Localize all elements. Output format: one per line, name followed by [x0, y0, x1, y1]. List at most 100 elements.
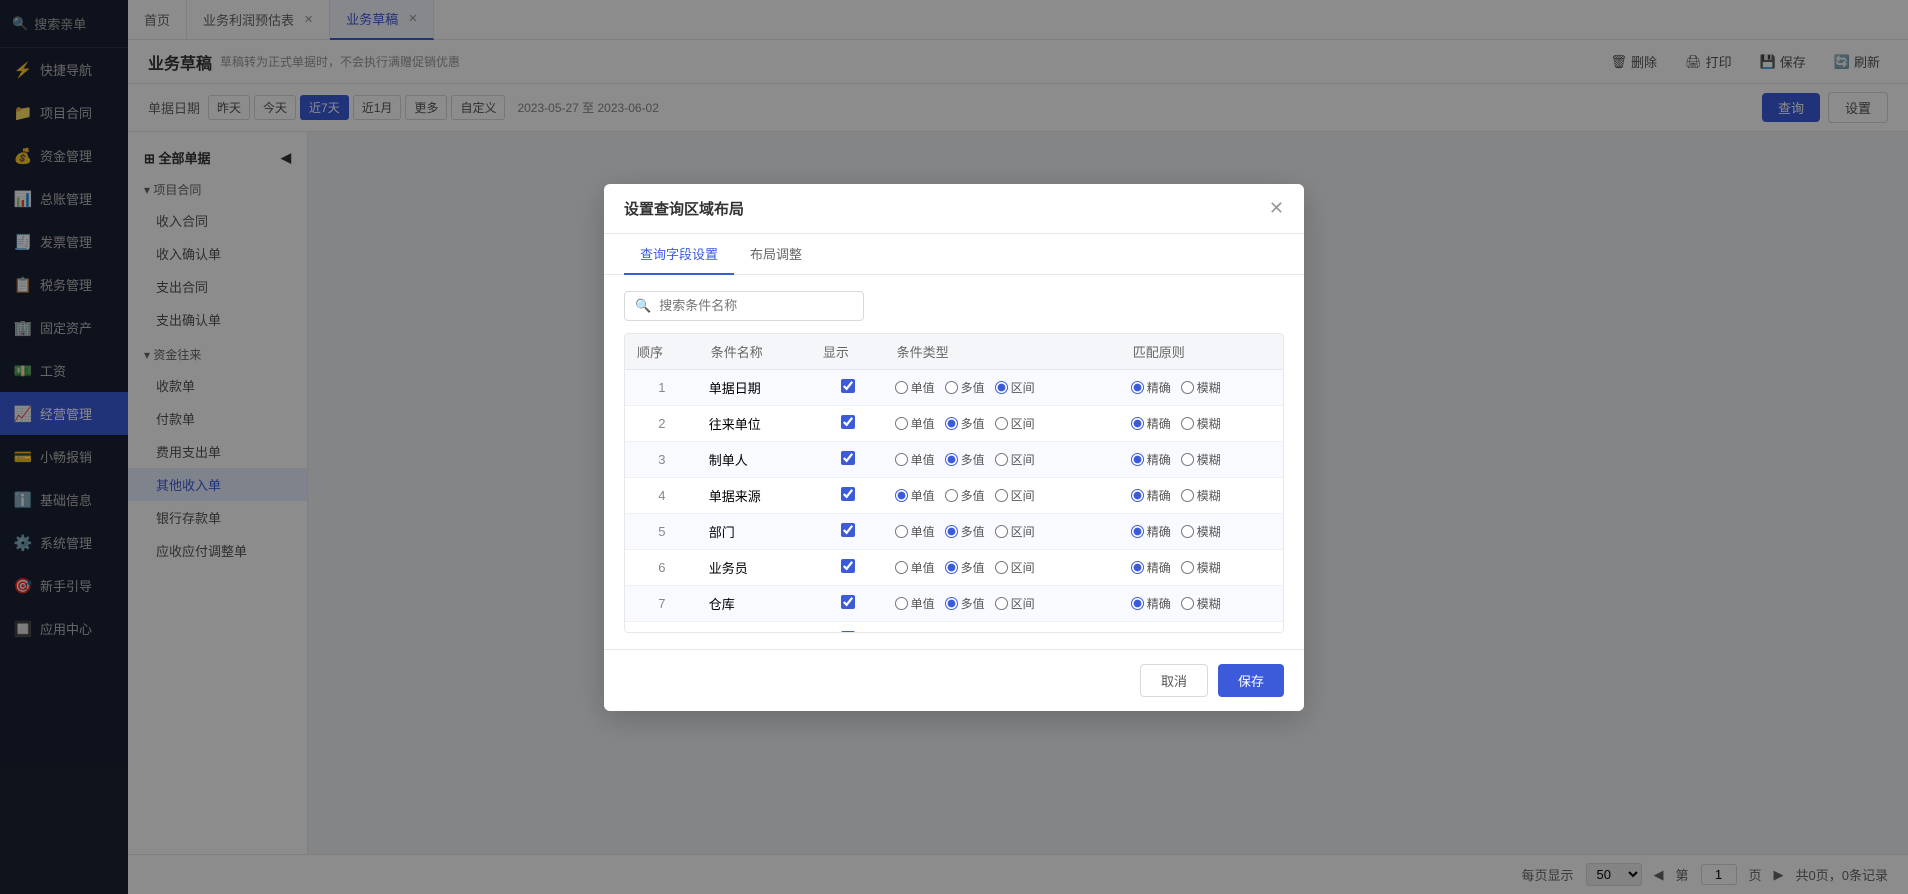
- display-checkbox-1[interactable]: [841, 379, 855, 393]
- match-radio-模糊-7[interactable]: 模糊: [1181, 595, 1221, 612]
- type-radio-input-单值-1[interactable]: [895, 381, 908, 394]
- type-radio-多值-6[interactable]: 多值: [945, 559, 985, 576]
- type-radio-单值-3[interactable]: 单值: [895, 451, 935, 468]
- type-radio-input-区间-4[interactable]: [995, 489, 1008, 502]
- match-radio-模糊-3[interactable]: 模糊: [1181, 451, 1221, 468]
- type-radio-input-多值-2[interactable]: [945, 417, 958, 430]
- match-radio-精确-2[interactable]: 精确: [1131, 415, 1171, 432]
- tab-query-fields[interactable]: 查询字段设置: [624, 234, 734, 275]
- type-radio-区间-4[interactable]: 区间: [995, 487, 1035, 504]
- type-radio-多值-2[interactable]: 多值: [945, 415, 985, 432]
- type-radio-多值-7[interactable]: 多值: [945, 595, 985, 612]
- type-radio-input-单值-3[interactable]: [895, 453, 908, 466]
- match-radio-input-模糊-6[interactable]: [1181, 561, 1194, 574]
- cell-display[interactable]: [811, 441, 885, 477]
- display-checkbox-3[interactable]: [841, 451, 855, 465]
- match-radio-input-模糊-5[interactable]: [1181, 525, 1194, 538]
- match-radio-精确-1[interactable]: 精确: [1131, 379, 1171, 396]
- type-radio-input-区间-3[interactable]: [995, 453, 1008, 466]
- display-checkbox-2[interactable]: [841, 415, 855, 429]
- type-radio-input-区间-1[interactable]: [995, 381, 1008, 394]
- match-radio-input-模糊-2[interactable]: [1181, 417, 1194, 430]
- match-radio-精确-3[interactable]: 精确: [1131, 451, 1171, 468]
- match-radio-模糊-8[interactable]: 模糊: [1181, 631, 1221, 633]
- type-radio-单值-8[interactable]: 单值: [895, 631, 935, 633]
- type-radio-input-单值-5[interactable]: [895, 525, 908, 538]
- display-checkbox-8[interactable]: [841, 631, 855, 633]
- type-radio-多值-1[interactable]: 多值: [945, 379, 985, 396]
- display-checkbox-6[interactable]: [841, 559, 855, 573]
- type-radio-input-区间-7[interactable]: [995, 597, 1008, 610]
- type-radio-input-多值-4[interactable]: [945, 489, 958, 502]
- type-radio-区间-3[interactable]: 区间: [995, 451, 1035, 468]
- match-radio-精确-7[interactable]: 精确: [1131, 595, 1171, 612]
- type-radio-区间-5[interactable]: 区间: [995, 523, 1035, 540]
- type-radio-input-多值-6[interactable]: [945, 561, 958, 574]
- match-radio-input-精确-4[interactable]: [1131, 489, 1144, 502]
- type-radio-多值-8[interactable]: 多值: [945, 631, 985, 633]
- match-radio-模糊-6[interactable]: 模糊: [1181, 559, 1221, 576]
- type-radio-input-多值-7[interactable]: [945, 597, 958, 610]
- type-radio-区间-6[interactable]: 区间: [995, 559, 1035, 576]
- modal-search-input[interactable]: [659, 298, 853, 313]
- type-radio-区间-1[interactable]: 区间: [995, 379, 1035, 396]
- match-radio-input-精确-7[interactable]: [1131, 597, 1144, 610]
- match-radio-input-精确-6[interactable]: [1131, 561, 1144, 574]
- cell-display[interactable]: [811, 549, 885, 585]
- cell-display[interactable]: [811, 621, 885, 633]
- modal-table-scroll[interactable]: 顺序 条件名称 显示 条件类型 匹配原则 1 单据日期 单值: [624, 333, 1284, 633]
- match-radio-模糊-1[interactable]: 模糊: [1181, 379, 1221, 396]
- type-radio-input-多值-5[interactable]: [945, 525, 958, 538]
- match-radio-input-模糊-7[interactable]: [1181, 597, 1194, 610]
- modal-search-box[interactable]: 🔍: [624, 291, 864, 321]
- type-radio-input-区间-2[interactable]: [995, 417, 1008, 430]
- display-checkbox-4[interactable]: [841, 487, 855, 501]
- cancel-button[interactable]: 取消: [1140, 664, 1208, 697]
- match-radio-模糊-5[interactable]: 模糊: [1181, 523, 1221, 540]
- type-radio-单值-5[interactable]: 单值: [895, 523, 935, 540]
- type-radio-区间-7[interactable]: 区间: [995, 595, 1035, 612]
- type-radio-input-多值-3[interactable]: [945, 453, 958, 466]
- cell-type: 单值 多值 区间: [885, 405, 1121, 441]
- type-radio-区间-8[interactable]: 区间: [995, 631, 1035, 633]
- type-radio-单值-1[interactable]: 单值: [895, 379, 935, 396]
- display-checkbox-7[interactable]: [841, 595, 855, 609]
- type-radio-单值-7[interactable]: 单值: [895, 595, 935, 612]
- type-radio-多值-5[interactable]: 多值: [945, 523, 985, 540]
- cell-display[interactable]: [811, 477, 885, 513]
- type-radio-input-单值-2[interactable]: [895, 417, 908, 430]
- match-radio-input-精确-1[interactable]: [1131, 381, 1144, 394]
- match-radio-input-精确-5[interactable]: [1131, 525, 1144, 538]
- match-radio-input-精确-3[interactable]: [1131, 453, 1144, 466]
- type-radio-input-单值-4[interactable]: [895, 489, 908, 502]
- type-radio-多值-4[interactable]: 多值: [945, 487, 985, 504]
- match-radio-input-模糊-1[interactable]: [1181, 381, 1194, 394]
- cell-display[interactable]: [811, 369, 885, 405]
- match-radio-精确-5[interactable]: 精确: [1131, 523, 1171, 540]
- match-radio-input-精确-2[interactable]: [1131, 417, 1144, 430]
- display-checkbox-5[interactable]: [841, 523, 855, 537]
- type-radio-单值-6[interactable]: 单值: [895, 559, 935, 576]
- type-radio-区间-2[interactable]: 区间: [995, 415, 1035, 432]
- tab-layout-adjust[interactable]: 布局调整: [734, 234, 818, 275]
- modal-close-button[interactable]: ✕: [1269, 198, 1284, 219]
- type-radio-input-区间-6[interactable]: [995, 561, 1008, 574]
- type-radio-单值-4[interactable]: 单值: [895, 487, 935, 504]
- match-radio-精确-6[interactable]: 精确: [1131, 559, 1171, 576]
- modal-save-button[interactable]: 保存: [1218, 664, 1284, 697]
- type-radio-input-单值-7[interactable]: [895, 597, 908, 610]
- match-radio-input-模糊-3[interactable]: [1181, 453, 1194, 466]
- type-radio-input-单值-6[interactable]: [895, 561, 908, 574]
- type-radio-单值-2[interactable]: 单值: [895, 415, 935, 432]
- type-radio-input-区间-5[interactable]: [995, 525, 1008, 538]
- match-radio-模糊-4[interactable]: 模糊: [1181, 487, 1221, 504]
- match-radio-input-模糊-4[interactable]: [1181, 489, 1194, 502]
- cell-display[interactable]: [811, 513, 885, 549]
- match-radio-精确-8[interactable]: 精确: [1131, 631, 1171, 633]
- cell-display[interactable]: [811, 585, 885, 621]
- match-radio-模糊-2[interactable]: 模糊: [1181, 415, 1221, 432]
- type-radio-input-多值-1[interactable]: [945, 381, 958, 394]
- match-radio-精确-4[interactable]: 精确: [1131, 487, 1171, 504]
- type-radio-多值-3[interactable]: 多值: [945, 451, 985, 468]
- cell-display[interactable]: [811, 405, 885, 441]
